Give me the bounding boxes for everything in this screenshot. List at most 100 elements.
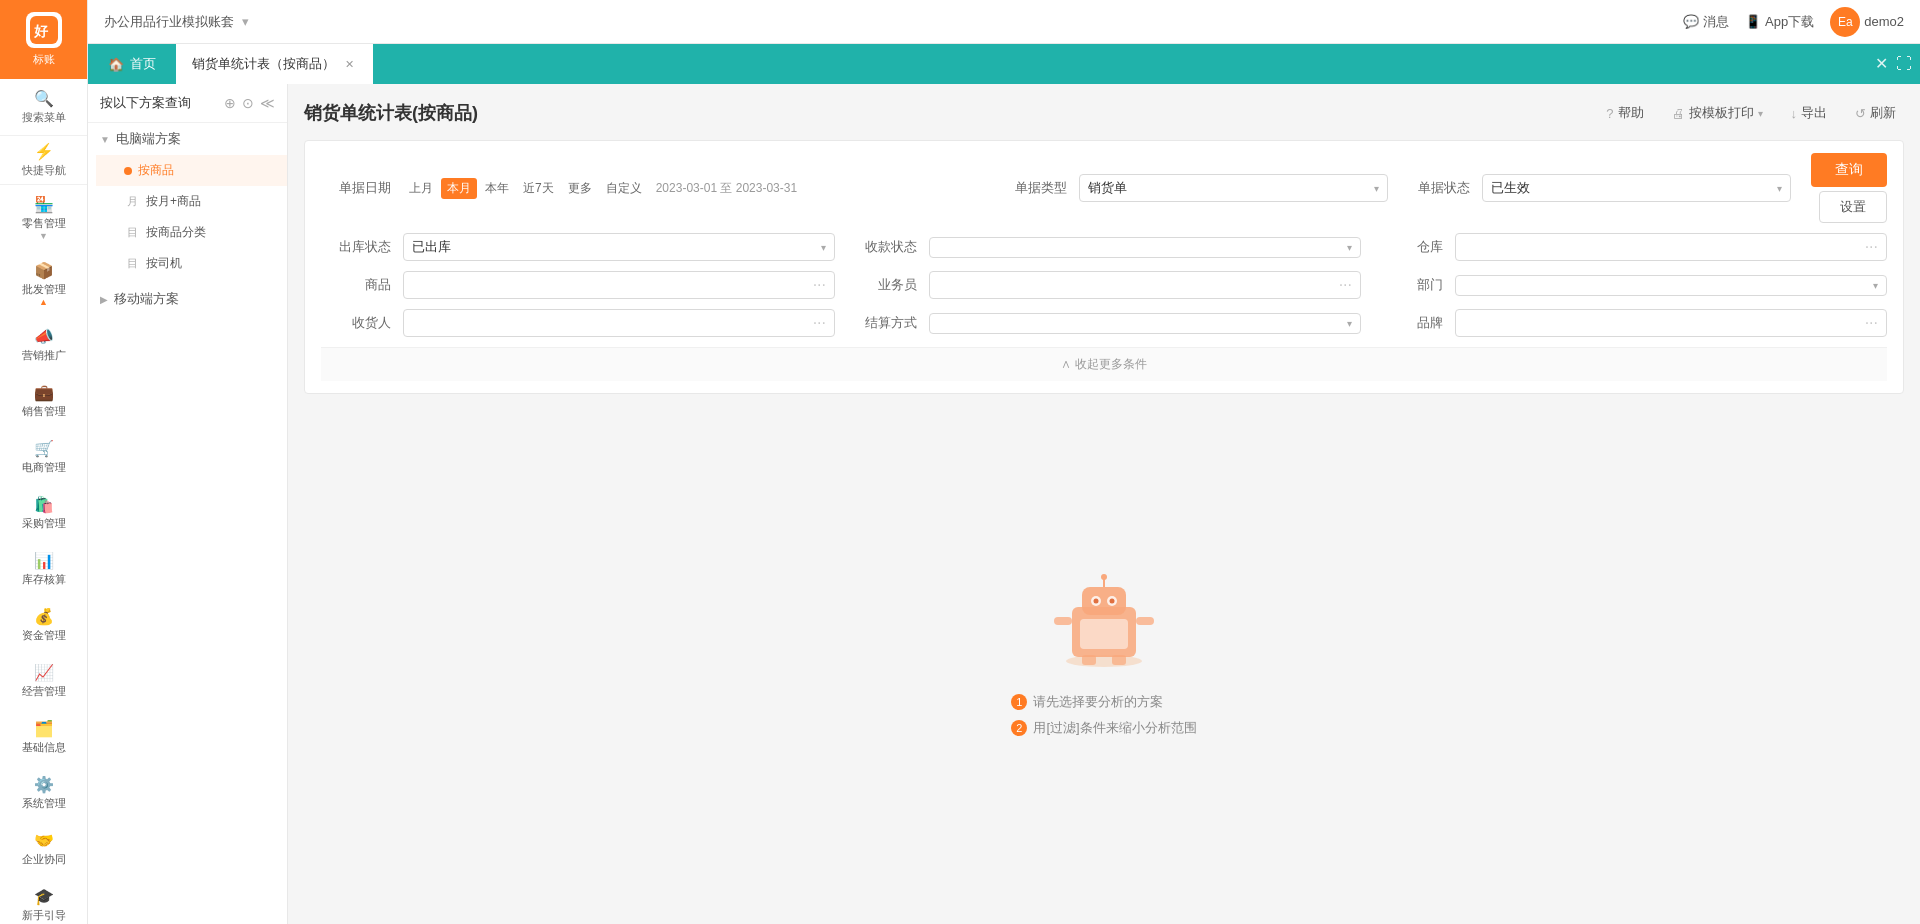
svg-rect-4 (1080, 619, 1128, 649)
tab-home[interactable]: 🏠 首页 (88, 44, 176, 84)
active-dot (124, 167, 132, 175)
tree-pc-children: 按商品 月 按月+商品 目 按商品分类 目 按司机 (88, 155, 287, 279)
sidebar-quicknav[interactable]: ⚡ 快捷导航 (0, 136, 87, 185)
out-chevron: ▾ (821, 242, 826, 253)
cashier-icon: 目 (124, 256, 140, 271)
left-panel-header: 按以下方案查询 ⊕ ⊙ ≪ (88, 84, 287, 123)
sidebar-item-finance[interactable]: 💰 资金管理 (0, 597, 87, 653)
industry-chevron[interactable]: ▾ (242, 14, 249, 29)
filter-row-2: 出库状态 已出库 ▾ 收款状态 ▾ 仓库 ··· (321, 233, 1887, 261)
page-title-bar: 销货单统计表(按商品) ? 帮助 🖨 按模板打印 ▾ ↓ 导出 (304, 100, 1904, 126)
filter-panel: 单据日期 上月 本月 本年 近7天 更多 自定义 2023-03-01 至 20… (304, 140, 1904, 394)
settings-scheme-btn[interactable]: ⊙ (242, 95, 254, 111)
message-btn[interactable]: 💬 消息 (1683, 13, 1729, 31)
out-label: 出库状态 (321, 238, 391, 256)
help-label: 帮助 (1618, 104, 1644, 122)
pc-label: 电脑端方案 (116, 130, 181, 148)
tree-item-by-product[interactable]: 按商品 (96, 155, 287, 186)
sidebar-item-ops[interactable]: 📈 经营管理 (0, 653, 87, 709)
add-scheme-btn[interactable]: ⊕ (224, 95, 236, 111)
staff-input[interactable]: ··· (929, 271, 1361, 299)
sidebar-item-system[interactable]: ⚙️ 系统管理 (0, 765, 87, 821)
topbar: 办公用品行业模拟账套 ▾ 💬 消息 📱 App下载 Ea demo2 (88, 0, 1920, 44)
ecom-icon: 🛒 (34, 439, 54, 458)
tree-pc-node[interactable]: ▼ 电脑端方案 (88, 123, 287, 155)
sidebar-item-retail[interactable]: 🏪 零售管理 ▼ (0, 185, 87, 251)
search-icon: 🔍 (34, 89, 54, 108)
export-icon: ↓ (1791, 106, 1798, 121)
pay-select[interactable]: ▾ (929, 237, 1361, 258)
sidebar-nav-label: 快捷导航 (22, 163, 66, 178)
retail-arrow: ▼ (39, 231, 48, 241)
sidebar-item-marketing[interactable]: 📣 营销推广 (0, 317, 87, 373)
tab-sales-stat[interactable]: 销货单统计表（按商品） ✕ (176, 44, 373, 84)
dept-select[interactable]: ▾ (1455, 275, 1887, 296)
payment-select[interactable]: ▾ (929, 313, 1361, 334)
type-select[interactable]: 销货单 ▾ (1079, 174, 1388, 202)
collapse-panel-btn[interactable]: ≪ (260, 95, 275, 111)
empty-text: 1 请先选择要分析的方案 2 用[过滤]条件来缩小分析范围 (1011, 689, 1196, 741)
print-btn[interactable]: 🖨 按模板打印 ▾ (1664, 100, 1771, 126)
pay-chevron: ▾ (1347, 242, 1352, 253)
tree-item-by-category[interactable]: 目 按商品分类 (96, 217, 287, 248)
date-tab-7days[interactable]: 近7天 (517, 178, 560, 199)
empty-num-2: 2 (1011, 720, 1027, 736)
page-actions: ? 帮助 🖨 按模板打印 ▾ ↓ 导出 ↺ 刷新 (1598, 100, 1904, 126)
collapse-filter-bar[interactable]: ∧ 收起更多条件 (321, 347, 1887, 381)
tab-sales-stat-label: 销货单统计表（按商品） (192, 55, 335, 73)
sidebar-item-ecom[interactable]: 🛒 电商管理 (0, 429, 87, 485)
date-tab-current-year[interactable]: 本年 (479, 178, 515, 199)
date-tabs: 上月 本月 本年 近7天 更多 自定义 (403, 178, 648, 199)
tree-item-by-cashier[interactable]: 目 按司机 (96, 248, 287, 279)
svg-rect-12 (1054, 617, 1072, 625)
query-button[interactable]: 查询 (1811, 153, 1887, 187)
sidebar-item-purchase[interactable]: 🛍️ 采购管理 (0, 485, 87, 541)
sidebar-item-sales[interactable]: 💼 销售管理 (0, 373, 87, 429)
refresh-btn[interactable]: ↺ 刷新 (1847, 100, 1904, 126)
empty-line2-text: 用[过滤]条件来缩小分析范围 (1033, 715, 1196, 741)
tree-mobile-node[interactable]: ▶ 移动端方案 (88, 283, 287, 315)
help-btn[interactable]: ? 帮助 (1598, 100, 1651, 126)
print-label: 按模板打印 (1689, 104, 1754, 122)
print-icon: 🖨 (1672, 106, 1685, 121)
empty-state: 1 请先选择要分析的方案 2 用[过滤]条件来缩小分析范围 (304, 402, 1904, 908)
brand-input[interactable]: ··· (1455, 309, 1887, 337)
date-tab-custom[interactable]: 自定义 (600, 178, 648, 199)
pc-arrow: ▼ (100, 134, 110, 145)
guide-label: 新手引导 (22, 908, 66, 923)
month-product-icon: 月 (124, 194, 140, 209)
user-profile[interactable]: Ea demo2 (1830, 7, 1904, 37)
goods-dots: ··· (813, 276, 826, 294)
tab-maximize-btn[interactable]: ⛶ (1896, 56, 1912, 72)
goods-input[interactable]: ··· (403, 271, 835, 299)
out-select[interactable]: 已出库 ▾ (403, 233, 835, 261)
payment-label: 结算方式 (847, 314, 917, 332)
download-icon: 📱 (1745, 14, 1761, 29)
purchase-icon: 🛍️ (34, 495, 54, 514)
tab-minimize-btn[interactable]: ✕ (1875, 56, 1888, 72)
basic-icon: 🗂️ (34, 719, 54, 738)
tree-item-by-month-product[interactable]: 月 按月+商品 (96, 186, 287, 217)
tab-close-btn[interactable]: ✕ (341, 56, 357, 72)
export-btn[interactable]: ↓ 导出 (1783, 100, 1836, 126)
help-icon: ? (1606, 106, 1613, 121)
sidebar-search[interactable]: 🔍 搜索菜单 (0, 79, 87, 136)
sidebar-item-inventory[interactable]: 📊 库存核算 (0, 541, 87, 597)
app-download-btn[interactable]: 📱 App下载 (1745, 13, 1814, 31)
receiver-input[interactable]: ··· (403, 309, 835, 337)
date-tab-current-month[interactable]: 本月 (441, 178, 477, 199)
ops-icon: 📈 (34, 663, 54, 682)
date-tab-last-month[interactable]: 上月 (403, 178, 439, 199)
sidebar-item-corp[interactable]: 🤝 企业协同 (0, 821, 87, 877)
sidebar-item-basic[interactable]: 🗂️ 基础信息 (0, 709, 87, 765)
basic-label: 基础信息 (22, 740, 66, 755)
settings-button[interactable]: 设置 (1819, 191, 1887, 223)
sales-icon: 💼 (34, 383, 54, 402)
status-select[interactable]: 已生效 ▾ (1482, 174, 1791, 202)
sidebar-item-wholesale[interactable]: 📦 批发管理 ▲ (0, 251, 87, 317)
date-tab-more[interactable]: 更多 (562, 178, 598, 199)
user-name: demo2 (1864, 14, 1904, 29)
warehouse-input[interactable]: ··· (1455, 233, 1887, 261)
sidebar-item-guide[interactable]: 🎓 新手引导 (0, 877, 87, 924)
system-label: 系统管理 (22, 796, 66, 811)
